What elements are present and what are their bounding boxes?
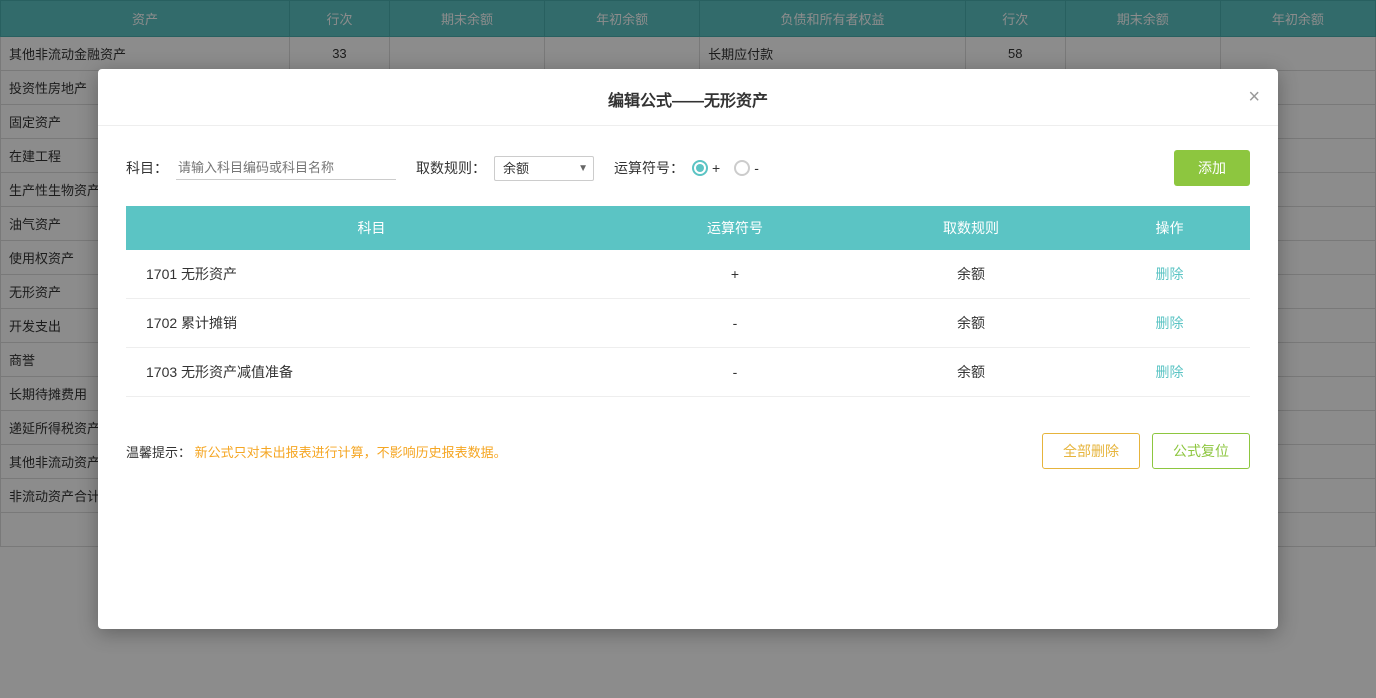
cell-rule-2: 余额 [853, 299, 1089, 348]
reset-formula-button[interactable]: 公式复位 [1152, 433, 1250, 469]
modal-body: 科目： 取数规则： 余额 借方发生额 贷方发生额 ▼ 运算 [98, 126, 1278, 417]
edit-formula-modal: 编辑公式——无形资产 × 科目： 取数规则： 余额 借方发生额 贷方发生额 [98, 69, 1278, 629]
radio-plus-circle [692, 160, 708, 176]
footer-hint: 温馨提示： 新公式只对未出报表进行计算，不影响历史报表数据。 [126, 442, 507, 461]
cell-action-1: 删除 [1089, 250, 1250, 299]
formula-table: 科目 运算符号 取数规则 操作 1701 无形资产 + 余额 删除 1702 累… [126, 206, 1250, 397]
delete-link-1[interactable]: 删除 [1156, 266, 1184, 282]
th-operator: 运算符号 [617, 206, 853, 250]
cell-operator-3: - [617, 348, 853, 397]
cell-subject-1: 1701 无形资产 [126, 250, 617, 299]
th-subject: 科目 [126, 206, 617, 250]
cell-operator-2: - [617, 299, 853, 348]
rule-select-wrap: 余额 借方发生额 贷方发生额 ▼ [494, 156, 594, 181]
add-button[interactable]: 添加 [1174, 150, 1250, 186]
cell-subject-2: 1702 累计摊销 [126, 299, 617, 348]
radio-minus[interactable]: - [734, 160, 759, 176]
subject-input[interactable] [176, 156, 396, 180]
table-row: 1703 无形资产减值准备 - 余额 删除 [126, 348, 1250, 397]
subject-group: 科目： [126, 156, 396, 180]
radio-group: + - [692, 160, 759, 176]
th-rule: 取数规则 [853, 206, 1089, 250]
rule-select[interactable]: 余额 借方发生额 贷方发生额 [494, 156, 594, 181]
footer-buttons: 全部删除 公式复位 [1042, 433, 1250, 469]
rule-label: 取数规则： [416, 158, 486, 178]
modal-overlay: 编辑公式——无形资产 × 科目： 取数规则： 余额 借方发生额 贷方发生额 [0, 0, 1376, 698]
modal-footer: 温馨提示： 新公式只对未出报表进行计算，不影响历史报表数据。 全部删除 公式复位 [98, 417, 1278, 489]
modal-title: 编辑公式——无形资产 [608, 93, 768, 110]
form-row: 科目： 取数规则： 余额 借方发生额 贷方发生额 ▼ 运算 [126, 150, 1250, 186]
cell-rule-1: 余额 [853, 250, 1089, 299]
delete-link-2[interactable]: 删除 [1156, 315, 1184, 331]
cell-action-3: 删除 [1089, 348, 1250, 397]
modal-header: 编辑公式——无形资产 × [98, 69, 1278, 126]
modal-close-button[interactable]: × [1248, 87, 1260, 107]
radio-minus-circle [734, 160, 750, 176]
cell-action-2: 删除 [1089, 299, 1250, 348]
operator-label: 运算符号： [614, 158, 684, 178]
table-row: 1701 无形资产 + 余额 删除 [126, 250, 1250, 299]
table-row: 1702 累计摊销 - 余额 删除 [126, 299, 1250, 348]
rule-group: 取数规则： 余额 借方发生额 贷方发生额 ▼ [416, 156, 594, 181]
cell-operator-1: + [617, 250, 853, 299]
th-action: 操作 [1089, 206, 1250, 250]
operator-group: 运算符号： + - [614, 158, 759, 178]
radio-plus-label: + [712, 160, 720, 176]
delete-all-button[interactable]: 全部删除 [1042, 433, 1140, 469]
cell-rule-3: 余额 [853, 348, 1089, 397]
hint-prefix: 温馨提示： [126, 445, 191, 460]
table-header-row: 科目 运算符号 取数规则 操作 [126, 206, 1250, 250]
cell-subject-3: 1703 无形资产减值准备 [126, 348, 617, 397]
delete-link-3[interactable]: 删除 [1156, 364, 1184, 380]
radio-plus[interactable]: + [692, 160, 720, 176]
radio-minus-label: - [754, 160, 759, 176]
subject-label: 科目： [126, 158, 168, 178]
